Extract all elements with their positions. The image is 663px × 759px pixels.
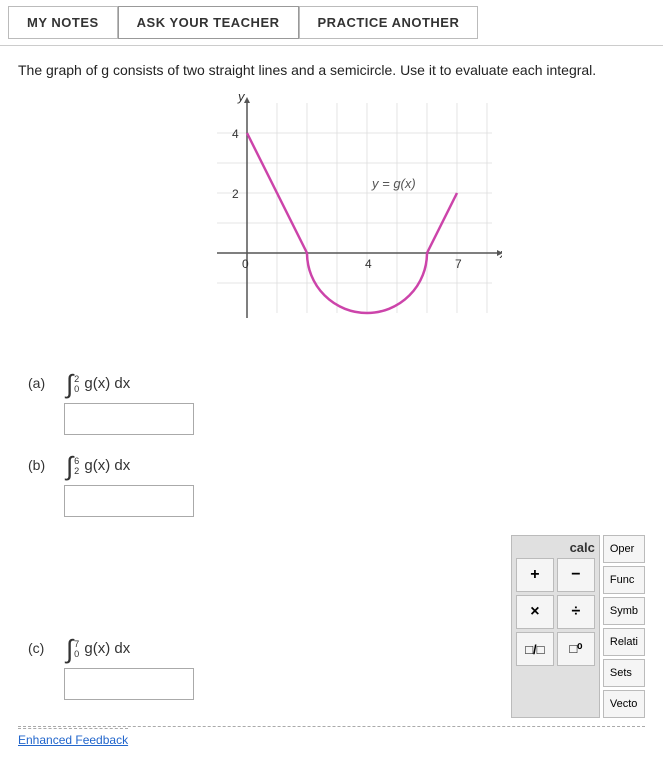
lower-c: 0 — [74, 649, 79, 659]
calc-fraction[interactable]: □/□ — [516, 632, 554, 666]
svg-text:7: 7 — [455, 257, 462, 271]
problem-b-label: (b) ∫62 g(x) dx — [28, 453, 645, 479]
calc-main: calc + − × ÷ □/□ □⁰ — [511, 535, 600, 718]
problems-section: (a) ∫20 g(x) dx (b) ∫62 g(x) dx — [18, 371, 645, 718]
calc-minus[interactable]: − — [557, 558, 595, 592]
svg-text:0: 0 — [242, 257, 249, 271]
calc-sets-label[interactable]: Sets — [603, 659, 645, 687]
part-c-integral: ∫70 g(x) dx — [66, 636, 130, 662]
part-b-integral: ∫62 g(x) dx — [66, 453, 130, 479]
svg-text:4: 4 — [232, 127, 239, 141]
calc-symb-label[interactable]: Symb — [603, 597, 645, 625]
calc-multiply[interactable]: × — [516, 595, 554, 629]
calc-open-label[interactable]: Oper — [603, 535, 645, 563]
upper-b: 6 — [74, 456, 79, 466]
integral-symbol-b: ∫ — [66, 451, 73, 481]
integral-symbol-a: ∫ — [66, 369, 73, 399]
calc-title: calc — [516, 540, 595, 558]
enhanced-feedback-link[interactable]: Enhanced Feedback — [18, 728, 128, 747]
calc-relati-label[interactable]: Relati — [603, 628, 645, 656]
problem-a-label: (a) ∫20 g(x) dx — [28, 371, 645, 397]
part-a-integral: ∫20 g(x) dx — [66, 371, 130, 397]
calc-vector-label[interactable]: Vecto — [603, 690, 645, 718]
integral-symbol-c: ∫ — [66, 634, 73, 664]
calc-side-labels: Oper Func Symb Relati Sets Vecto — [603, 535, 645, 718]
answer-input-c[interactable] — [64, 668, 194, 700]
svg-text:y = g(x): y = g(x) — [371, 176, 416, 191]
calc-buttons: + − × ÷ □/□ □⁰ — [516, 558, 595, 666]
my-notes-button[interactable]: MY NOTES — [8, 6, 118, 39]
part-b-letter: (b) — [28, 453, 56, 473]
problem-c-col: (c) ∫70 g(x) dx — [28, 636, 511, 718]
lower-b: 2 — [74, 466, 79, 476]
problem-c-label: (c) ∫70 g(x) dx — [28, 636, 511, 662]
part-a-limits: 20 — [74, 374, 79, 394]
problem-c: (c) ∫70 g(x) dx — [28, 636, 511, 700]
part-b-limits: 62 — [74, 456, 79, 476]
part-a-integrand: g(x) dx — [84, 375, 130, 392]
calc-superscript[interactable]: □⁰ — [557, 632, 595, 666]
svg-text:4: 4 — [365, 257, 372, 271]
practice-another-button[interactable]: PRACTICE ANOTHER — [299, 6, 479, 39]
calc-panel: calc + − × ÷ □/□ □⁰ Oper Func Symb Relat… — [511, 535, 645, 718]
toolbar: MY NOTES ASK YOUR TEACHER PRACTICE ANOTH… — [0, 0, 663, 46]
part-a-letter: (a) — [28, 371, 56, 391]
graph-container: x y 0 4 7 2 4 y = g(x) — [18, 93, 645, 353]
problem-description: The graph of g consists of two straight … — [18, 60, 645, 81]
part-c-integrand: g(x) dx — [84, 640, 130, 657]
part-c-letter: (c) — [28, 636, 56, 656]
problem-b: (b) ∫62 g(x) dx — [28, 453, 645, 517]
calc-plus[interactable]: + — [516, 558, 554, 592]
lower-a: 0 — [74, 384, 79, 394]
problem-a: (a) ∫20 g(x) dx — [28, 371, 645, 435]
graph-svg: x y 0 4 7 2 4 y = g(x) — [162, 93, 502, 353]
answer-input-b[interactable] — [64, 485, 194, 517]
svg-text:2: 2 — [232, 187, 239, 201]
svg-text:x: x — [499, 246, 502, 261]
upper-c: 7 — [74, 639, 79, 649]
ask-teacher-button[interactable]: ASK YOUR TEACHER — [118, 6, 299, 39]
part-c-limits: 70 — [74, 639, 79, 659]
calc-divide[interactable]: ÷ — [557, 595, 595, 629]
part-b-integrand: g(x) dx — [84, 457, 130, 474]
upper-a: 2 — [74, 374, 79, 384]
calc-func-label[interactable]: Func — [603, 566, 645, 594]
answer-input-a[interactable] — [64, 403, 194, 435]
main-content: The graph of g consists of two straight … — [0, 46, 663, 759]
